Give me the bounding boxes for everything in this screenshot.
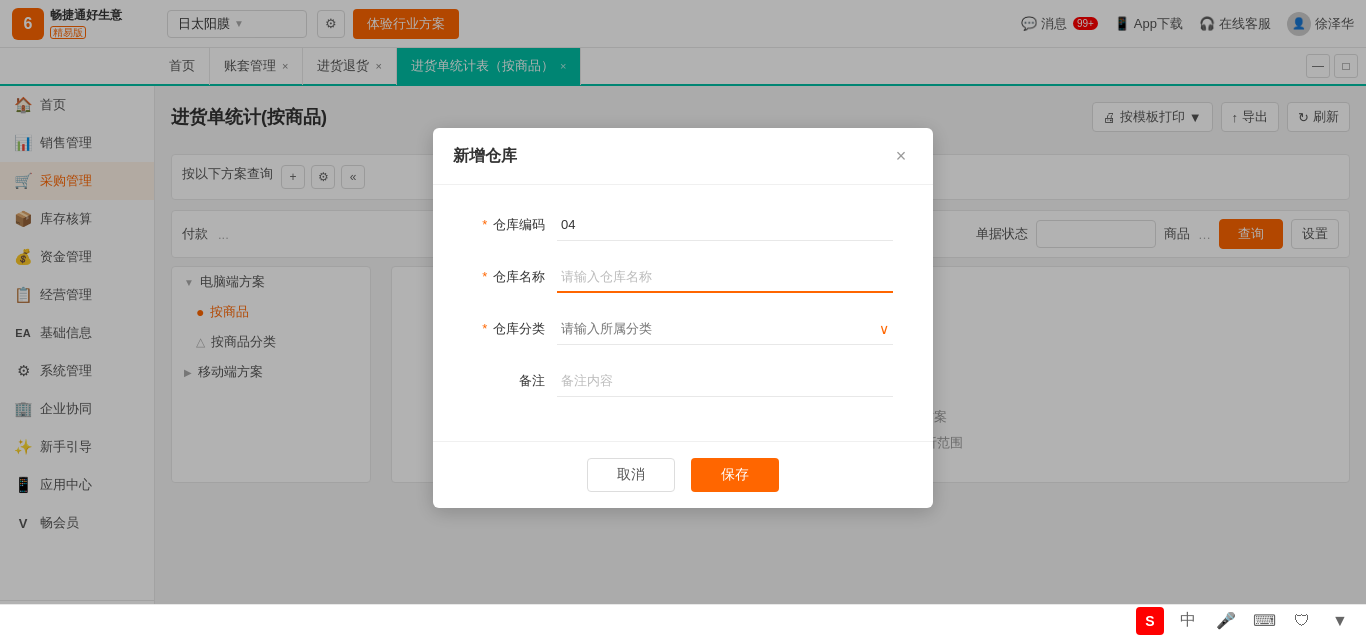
- category-select[interactable]: ∨: [557, 313, 893, 345]
- modal-header: 新增仓库 ×: [433, 128, 933, 185]
- cancel-button[interactable]: 取消: [587, 458, 675, 492]
- field-label-notes: 备注: [473, 372, 545, 390]
- form-row-category: * 仓库分类 ∨: [473, 313, 893, 345]
- modal-close-btn[interactable]: ×: [889, 144, 913, 168]
- mic-icon[interactable]: 🎤: [1212, 607, 1240, 635]
- notes-input[interactable]: [557, 365, 893, 397]
- field-label-category: * 仓库分类: [473, 320, 545, 338]
- category-dropdown-icon: ∨: [879, 321, 889, 337]
- field-label-code: * 仓库编码: [473, 216, 545, 234]
- warehouse-code-input[interactable]: [557, 209, 893, 241]
- modal-title: 新增仓库: [453, 146, 517, 167]
- add-warehouse-modal: 新增仓库 × * 仓库编码 * 仓库名称: [433, 128, 933, 508]
- shield-icon[interactable]: 🛡: [1288, 607, 1316, 635]
- form-row-name: * 仓库名称: [473, 261, 893, 293]
- s-logo-icon[interactable]: S: [1136, 607, 1164, 635]
- more-icon[interactable]: ▼: [1326, 607, 1354, 635]
- required-mark-name: *: [482, 269, 487, 284]
- modal-footer: 取消 保存: [433, 441, 933, 508]
- warehouse-name-input[interactable]: [557, 261, 893, 293]
- zh-label[interactable]: 中: [1174, 607, 1202, 635]
- status-bar: S 中 🎤 ⌨ 🛡 ▼: [0, 604, 1366, 636]
- category-select-input[interactable]: [561, 321, 879, 336]
- required-mark: *: [482, 217, 487, 232]
- form-row-notes: 备注: [473, 365, 893, 397]
- keyboard-icon[interactable]: ⌨: [1250, 607, 1278, 635]
- required-mark-category: *: [482, 321, 487, 336]
- modal-body: * 仓库编码 * 仓库名称 * 仓库分类: [433, 185, 933, 441]
- modal-overlay: 新增仓库 × * 仓库编码 * 仓库名称: [0, 0, 1366, 636]
- save-button[interactable]: 保存: [691, 458, 779, 492]
- form-row-code: * 仓库编码: [473, 209, 893, 241]
- field-label-name: * 仓库名称: [473, 268, 545, 286]
